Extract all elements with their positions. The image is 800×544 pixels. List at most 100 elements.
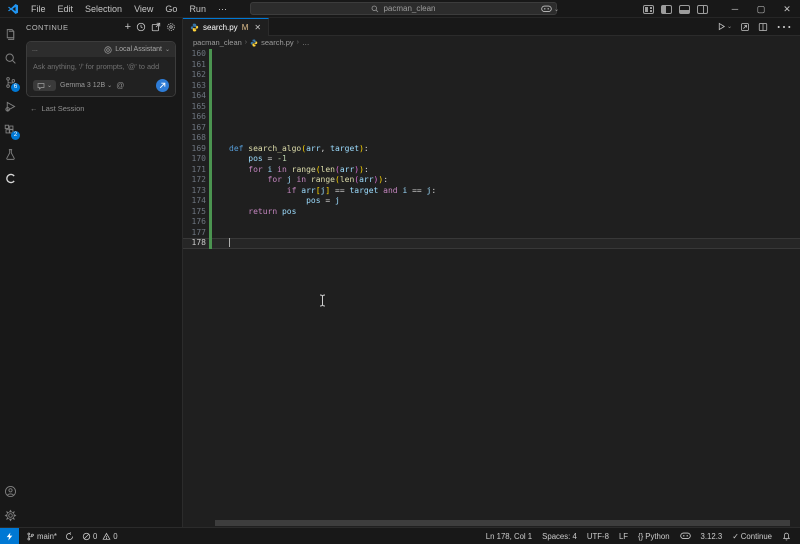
git-added-gutter — [209, 144, 212, 155]
breadcrumb-symbol[interactable]: … — [302, 38, 310, 47]
problems-status[interactable]: 0 0 — [78, 528, 122, 544]
eol-setting[interactable]: LF — [614, 528, 633, 544]
code-line-169[interactable]: 169def search_algo(arr, target): — [183, 144, 800, 155]
menu-bar: FileEditSelectionViewGoRun⋯ — [25, 0, 233, 18]
extensions-icon[interactable]: 2 — [0, 118, 20, 142]
more-actions-button[interactable]: ⋯ — [776, 17, 792, 37]
code-line-165[interactable]: 165 — [183, 102, 800, 113]
code-line-160[interactable]: 160 — [183, 49, 800, 60]
last-session-link[interactable]: ← Last Session — [30, 104, 182, 113]
chevron-down-icon: ⌄ — [727, 23, 732, 30]
customize-layout-icon[interactable] — [643, 5, 654, 14]
activity-bar: 6 2 — [0, 18, 20, 527]
code-line-173[interactable]: 173 if arr[j] == target and i == j: — [183, 186, 800, 197]
model-name: Gemma 3 12B — [60, 82, 105, 89]
branch-name: main* — [37, 532, 57, 541]
menu-view[interactable]: View — [128, 0, 159, 18]
command-center-search[interactable]: pacman_clean — [250, 2, 557, 15]
toggle-primary-sidebar-icon[interactable] — [661, 5, 672, 14]
indentation-setting[interactable]: Spaces: 4 — [537, 528, 582, 544]
window-minimize-button[interactable]: ─ — [722, 0, 748, 18]
account-icon[interactable] — [0, 479, 20, 503]
breadcrumb-file[interactable]: search.py — [261, 38, 294, 47]
code-line-175[interactable]: 175 return pos — [183, 207, 800, 218]
language-mode[interactable]: {} Python — [633, 528, 675, 544]
git-added-gutter — [209, 123, 212, 134]
menu-go[interactable]: Go — [159, 0, 183, 18]
horizontal-scrollbar[interactable] — [215, 520, 790, 526]
assistant-selector[interactable]: Local Assistant ⌄ — [104, 46, 170, 54]
source-control-icon[interactable]: 6 — [0, 70, 20, 94]
continue-settings-gear-icon[interactable] — [166, 22, 176, 32]
editor-caret — [229, 238, 230, 247]
line-number: 172 — [183, 175, 206, 186]
run-python-file-button[interactable]: ⌄ — [717, 22, 732, 31]
run-debug-icon[interactable] — [0, 94, 20, 118]
menu-edit[interactable]: Edit — [52, 0, 80, 18]
copilot-status[interactable] — [675, 528, 696, 544]
context-items[interactable]: ... — [32, 46, 104, 53]
open-in-editor-icon[interactable] — [151, 22, 161, 32]
status-right: Ln 178, Col 1 Spaces: 4 UTF-8 LF {} Pyth… — [481, 528, 800, 544]
remote-indicator[interactable] — [0, 528, 19, 544]
code-line-171[interactable]: 171 for i in range(len(arr)): — [183, 165, 800, 176]
sync-changes-button[interactable] — [61, 528, 78, 544]
window-maximize-button[interactable]: ▢ — [748, 0, 774, 18]
breadcrumb-folder[interactable]: pacman_clean — [193, 38, 242, 47]
code-line-161[interactable]: 161 — [183, 60, 800, 71]
testing-icon[interactable] — [0, 142, 20, 166]
code-line-166[interactable]: 166 — [183, 112, 800, 123]
continue-status[interactable]: ✓ Continue — [727, 528, 777, 544]
menu-selection[interactable]: Selection — [79, 0, 128, 18]
code-line-168[interactable]: 168 — [183, 133, 800, 144]
git-added-gutter — [209, 217, 212, 228]
copilot-icon — [680, 532, 691, 541]
editor-group: search.py M ✕ ⌄ ⋯ pacman_clean › — [183, 18, 800, 527]
code-text: pos = j — [229, 196, 340, 207]
toggle-panel-icon[interactable] — [679, 5, 690, 14]
python-interpreter[interactable]: 3.12.3 — [696, 528, 728, 544]
code-line-163[interactable]: 163 — [183, 81, 800, 92]
chevron-down-icon: ⌄ — [554, 6, 559, 13]
git-branch-status[interactable]: main* — [22, 528, 61, 544]
code-editor[interactable]: 160161162163164165166167168169def search… — [183, 49, 800, 527]
tab-close-icon[interactable]: ✕ — [254, 23, 261, 32]
menu-file[interactable]: File — [25, 0, 52, 18]
send-button[interactable] — [156, 79, 169, 92]
tab-bar: search.py M ✕ ⌄ ⋯ — [183, 18, 800, 36]
search-view-icon[interactable] — [0, 46, 20, 70]
line-number: 175 — [183, 207, 206, 218]
new-session-button[interactable]: + — [125, 21, 131, 33]
encoding-setting[interactable]: UTF-8 — [582, 528, 614, 544]
code-line-172[interactable]: 172 for j in range(len(arr)): — [183, 175, 800, 186]
open-changes-icon[interactable] — [740, 22, 750, 32]
menu-run[interactable]: Run — [183, 0, 212, 18]
breadcrumb[interactable]: pacman_clean › search.py › … — [183, 36, 800, 49]
continue-extension-icon[interactable] — [0, 166, 20, 190]
line-number: 173 — [183, 186, 206, 197]
cursor-position[interactable]: Ln 178, Col 1 — [481, 528, 537, 544]
code-line-176[interactable]: 176 — [183, 217, 800, 228]
tab-search-py[interactable]: search.py M ✕ — [183, 18, 269, 36]
code-line-178[interactable]: 178 — [183, 238, 800, 249]
line-number: 168 — [183, 133, 206, 144]
mode-selector[interactable]: ⌄ — [33, 80, 56, 91]
toggle-secondary-sidebar-icon[interactable] — [697, 5, 708, 14]
code-line-174[interactable]: 174 pos = j — [183, 196, 800, 207]
copilot-menu[interactable]: ⌄ — [541, 5, 559, 14]
code-line-164[interactable]: 164 — [183, 91, 800, 102]
code-line-162[interactable]: 162 — [183, 70, 800, 81]
model-selector[interactable]: Gemma 3 12B ⌄ — [60, 82, 112, 89]
split-editor-icon[interactable] — [758, 22, 768, 32]
code-line-167[interactable]: 167 — [183, 123, 800, 134]
add-context-button[interactable]: @ — [116, 81, 124, 90]
explorer-icon[interactable] — [0, 22, 20, 46]
notifications-bell[interactable] — [777, 528, 796, 544]
settings-gear-icon[interactable] — [0, 503, 20, 527]
chat-input-area[interactable]: Ask anything, '/' for prompts, '@' to ad… — [27, 57, 175, 96]
menu-[interactable]: ⋯ — [212, 0, 233, 18]
history-icon[interactable] — [136, 22, 146, 32]
code-line-177[interactable]: 177 — [183, 228, 800, 239]
code-line-170[interactable]: 170 pos = -1 — [183, 154, 800, 165]
window-close-button[interactable]: ✕ — [774, 0, 800, 18]
